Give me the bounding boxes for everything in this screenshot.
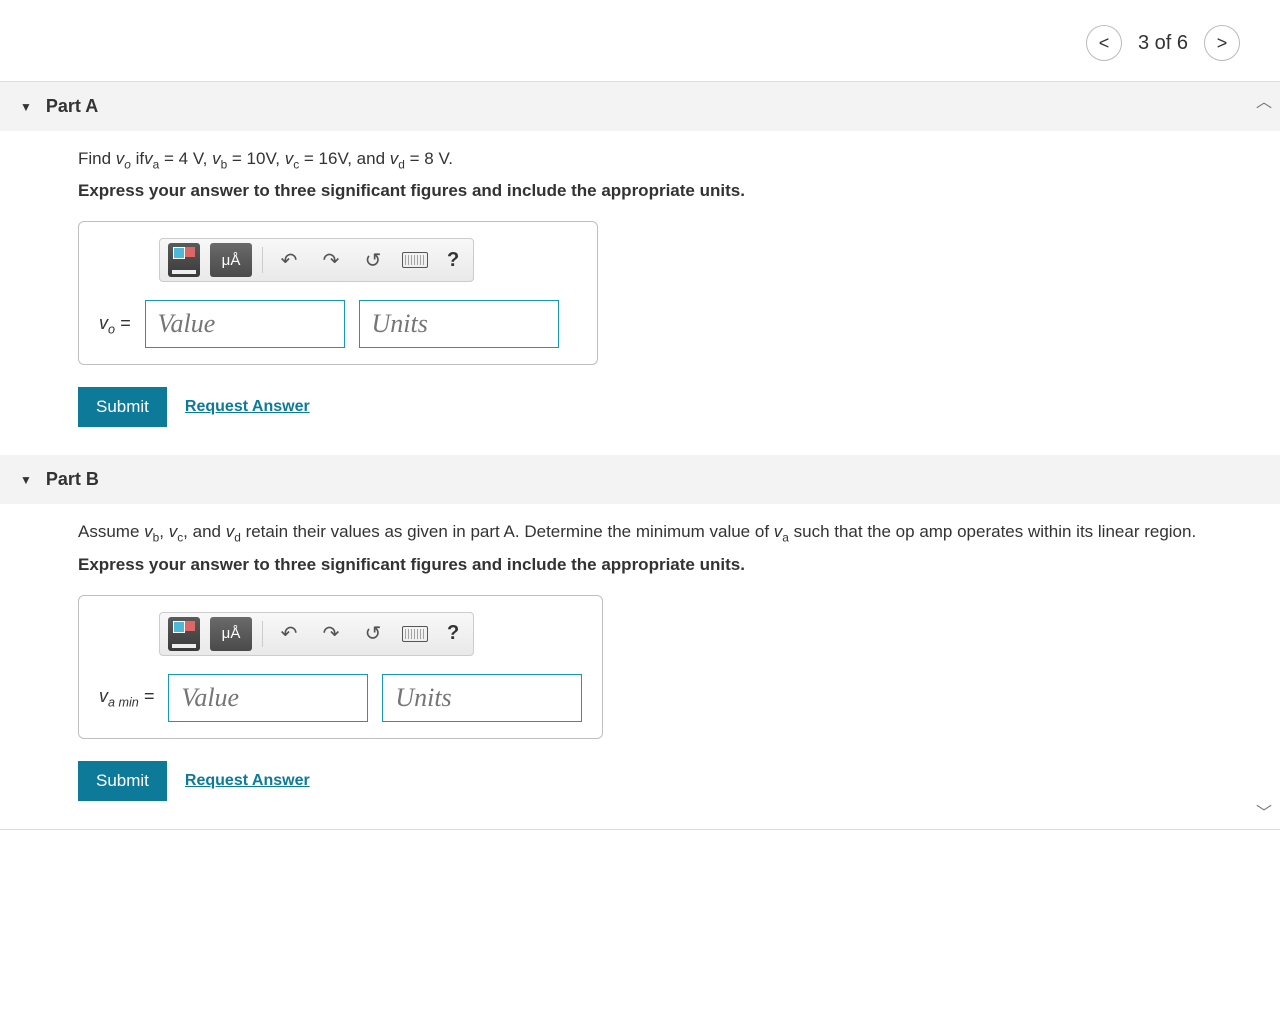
separator — [262, 621, 263, 647]
help-icon[interactable]: ? — [441, 249, 465, 272]
part-a-toolbar: μÅ ↶ ↷ ↺ ? — [159, 238, 474, 282]
part-b-submit-button[interactable]: Submit — [78, 761, 167, 801]
units-picker-icon[interactable]: μÅ — [210, 243, 252, 277]
scroll-up-icon[interactable]: ︿ — [1256, 88, 1272, 112]
part-b-prompt: Assume vb, vc, and vd retain their value… — [78, 522, 1202, 544]
part-a-instruction: Express your answer to three significant… — [78, 181, 1202, 201]
scroll-down-icon[interactable]: ﹀ — [1256, 799, 1272, 823]
caret-down-icon: ▼ — [20, 100, 32, 114]
part-b-instruction: Express your answer to three significant… — [78, 555, 1202, 575]
part-a-title: Part A — [46, 96, 98, 117]
part-a-input-row: vo = — [99, 300, 577, 348]
part-a-request-answer-link[interactable]: Request Answer — [185, 398, 310, 416]
part-a-body: Find vo ifva = 4 V, vb = 10V, vc = 16V, … — [0, 131, 1280, 455]
prev-button[interactable]: < — [1086, 25, 1122, 61]
redo-icon[interactable]: ↷ — [315, 244, 347, 276]
part-a-header[interactable]: ▼ Part A — [0, 82, 1280, 131]
part-a-value-input[interactable] — [145, 300, 345, 348]
part-a-var-label: vo = — [99, 313, 131, 337]
keyboard-icon[interactable] — [399, 244, 431, 276]
part-b-input-row: va min = — [99, 674, 582, 722]
keyboard-icon[interactable] — [399, 618, 431, 650]
units-picker-icon[interactable]: μÅ — [210, 617, 252, 651]
part-b-header[interactable]: ▼ Part B — [0, 455, 1280, 504]
reset-icon[interactable]: ↺ — [357, 618, 389, 650]
part-b-value-input[interactable] — [168, 674, 368, 722]
part-b-units-input[interactable] — [382, 674, 582, 722]
template-icon[interactable] — [168, 618, 200, 650]
separator — [262, 247, 263, 273]
part-b-title: Part B — [46, 469, 99, 490]
part-a-answer-box: μÅ ↶ ↷ ↺ ? vo = — [78, 221, 598, 365]
reset-icon[interactable]: ↺ — [357, 244, 389, 276]
part-b-request-answer-link[interactable]: Request Answer — [185, 772, 310, 790]
pagination-nav: < 3 of 6 > — [0, 0, 1280, 81]
caret-down-icon: ▼ — [20, 473, 32, 487]
part-a-button-row: Submit Request Answer — [78, 387, 1202, 427]
undo-icon[interactable]: ↶ — [273, 244, 305, 276]
part-b-var-label: va min = — [99, 686, 154, 710]
part-b-button-row: Submit Request Answer — [78, 761, 1202, 801]
part-a-submit-button[interactable]: Submit — [78, 387, 167, 427]
part-b-toolbar: μÅ ↶ ↷ ↺ ? — [159, 612, 474, 656]
redo-icon[interactable]: ↷ — [315, 618, 347, 650]
help-icon[interactable]: ? — [441, 622, 465, 645]
template-icon[interactable] — [168, 244, 200, 276]
page-count: 3 of 6 — [1138, 32, 1188, 55]
next-button[interactable]: > — [1204, 25, 1240, 61]
part-a-units-input[interactable] — [359, 300, 559, 348]
content-area: ︿ ▼ Part A Find vo ifva = 4 V, vb = 10V,… — [0, 81, 1280, 830]
part-b-body: Assume vb, vc, and vd retain their value… — [0, 504, 1280, 828]
part-b-answer-box: μÅ ↶ ↷ ↺ ? va min = — [78, 595, 603, 739]
undo-icon[interactable]: ↶ — [273, 618, 305, 650]
part-a-prompt: Find vo ifva = 4 V, vb = 10V, vc = 16V, … — [78, 149, 1202, 171]
